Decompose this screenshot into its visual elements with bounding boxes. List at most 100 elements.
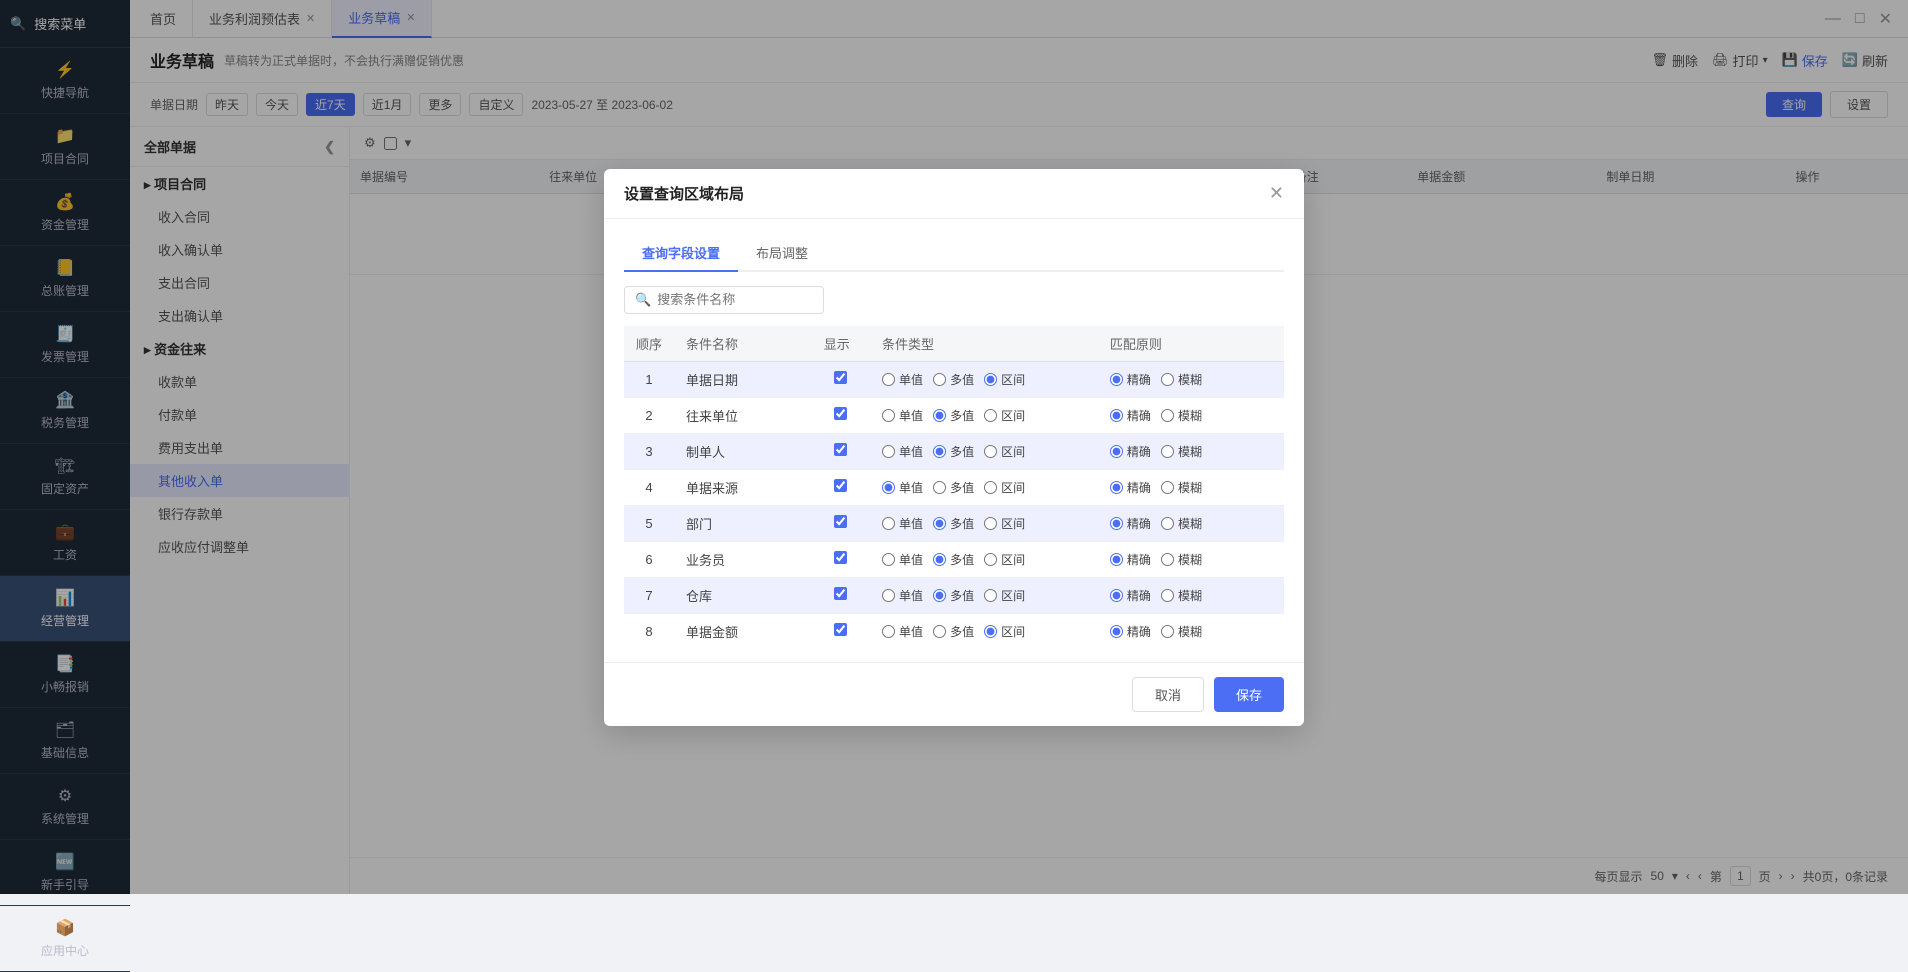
cell-type: 单值多值区间 bbox=[870, 361, 1098, 397]
type-radio-label-2[interactable]: 区间 bbox=[984, 587, 1025, 604]
modal-tab-layout-adjust[interactable]: 布局调整 bbox=[738, 235, 826, 272]
modal-save-button[interactable]: 保存 bbox=[1214, 677, 1284, 712]
match-radio-label-0[interactable]: 精确 bbox=[1110, 551, 1151, 568]
show-checkbox[interactable] bbox=[834, 587, 847, 600]
type-radio-label-1[interactable]: 多值 bbox=[933, 551, 974, 568]
type-radio-label-0[interactable]: 单值 bbox=[882, 515, 923, 532]
match-radio-1[interactable] bbox=[1161, 517, 1174, 530]
match-radio-0[interactable] bbox=[1110, 625, 1123, 638]
match-radio-label-1[interactable]: 模糊 bbox=[1161, 371, 1202, 388]
type-radio-2[interactable] bbox=[984, 625, 997, 638]
type-radio-label-2[interactable]: 区间 bbox=[984, 407, 1025, 424]
type-radio-label-1[interactable]: 多值 bbox=[933, 515, 974, 532]
match-radio-0[interactable] bbox=[1110, 445, 1123, 458]
match-radio-label-1[interactable]: 模糊 bbox=[1161, 479, 1202, 496]
type-radio-1[interactable] bbox=[933, 589, 946, 602]
modal-search-input[interactable] bbox=[657, 292, 807, 307]
type-radio-1[interactable] bbox=[933, 409, 946, 422]
match-radio-label-1[interactable]: 模糊 bbox=[1161, 407, 1202, 424]
type-radio-label-1[interactable]: 多值 bbox=[933, 407, 974, 424]
type-radio-2[interactable] bbox=[984, 373, 997, 386]
type-radio-label-2[interactable]: 区间 bbox=[984, 623, 1025, 640]
match-radio-label-0[interactable]: 精确 bbox=[1110, 371, 1151, 388]
match-radio-label-1[interactable]: 模糊 bbox=[1161, 443, 1202, 460]
match-radio-0[interactable] bbox=[1110, 481, 1123, 494]
match-radio-1[interactable] bbox=[1161, 553, 1174, 566]
match-radio-label-0[interactable]: 精确 bbox=[1110, 587, 1151, 604]
settings-scroll: 顺序 条件名称 显示 条件类型 匹配原则 1单据日期单值多值区间精确模糊2往来单… bbox=[624, 326, 1284, 646]
match-radio-0[interactable] bbox=[1110, 553, 1123, 566]
cell-show bbox=[812, 361, 870, 397]
match-radio-label-0[interactable]: 精确 bbox=[1110, 443, 1151, 460]
type-radio-label-0[interactable]: 单值 bbox=[882, 623, 923, 640]
modal-overlay[interactable]: 设置查询区域布局 ✕ 查询字段设置 布局调整 🔍 bbox=[0, 0, 1908, 894]
show-checkbox[interactable] bbox=[834, 371, 847, 384]
type-radio-1[interactable] bbox=[933, 625, 946, 638]
type-radio-label-0[interactable]: 单值 bbox=[882, 371, 923, 388]
show-checkbox[interactable] bbox=[834, 551, 847, 564]
type-radio-label-2[interactable]: 区间 bbox=[984, 371, 1025, 388]
show-checkbox[interactable] bbox=[834, 479, 847, 492]
type-radio-0[interactable] bbox=[882, 445, 895, 458]
type-radio-0[interactable] bbox=[882, 553, 895, 566]
show-checkbox[interactable] bbox=[834, 443, 847, 456]
match-radio-label-0[interactable]: 精确 bbox=[1110, 407, 1151, 424]
match-radio-0[interactable] bbox=[1110, 517, 1123, 530]
type-radio-label-0[interactable]: 单值 bbox=[882, 479, 923, 496]
match-radio-label-0[interactable]: 精确 bbox=[1110, 515, 1151, 532]
type-radio-2[interactable] bbox=[984, 445, 997, 458]
type-radio-0[interactable] bbox=[882, 373, 895, 386]
type-radio-label-2[interactable]: 区间 bbox=[984, 443, 1025, 460]
type-radio-0[interactable] bbox=[882, 625, 895, 638]
type-radio-2[interactable] bbox=[984, 589, 997, 602]
type-radio-label-1[interactable]: 多值 bbox=[933, 587, 974, 604]
show-checkbox[interactable] bbox=[834, 407, 847, 420]
cancel-button[interactable]: 取消 bbox=[1132, 677, 1204, 712]
type-radio-1[interactable] bbox=[933, 553, 946, 566]
type-radio-0[interactable] bbox=[882, 517, 895, 530]
sidebar-item-app-center[interactable]: 📦 应用中心 bbox=[0, 906, 130, 972]
modal-close-btn[interactable]: ✕ bbox=[1269, 183, 1284, 204]
match-radio-label-1[interactable]: 模糊 bbox=[1161, 551, 1202, 568]
match-radio-1[interactable] bbox=[1161, 409, 1174, 422]
type-radio-label-2[interactable]: 区间 bbox=[984, 551, 1025, 568]
type-radio-label-2[interactable]: 区间 bbox=[984, 515, 1025, 532]
match-radio-label-1[interactable]: 模糊 bbox=[1161, 515, 1202, 532]
match-radio-1[interactable] bbox=[1161, 481, 1174, 494]
type-radio-label-0[interactable]: 单值 bbox=[882, 407, 923, 424]
type-radio-2[interactable] bbox=[984, 517, 997, 530]
match-radio-label-0[interactable]: 精确 bbox=[1110, 479, 1151, 496]
show-checkbox[interactable] bbox=[834, 623, 847, 636]
match-radio-0[interactable] bbox=[1110, 409, 1123, 422]
type-radio-label-0[interactable]: 单值 bbox=[882, 551, 923, 568]
type-radio-label-1[interactable]: 多值 bbox=[933, 371, 974, 388]
match-radio-1[interactable] bbox=[1161, 589, 1174, 602]
match-radio-1[interactable] bbox=[1161, 625, 1174, 638]
match-radio-label-1[interactable]: 模糊 bbox=[1161, 623, 1202, 640]
match-radio-1[interactable] bbox=[1161, 445, 1174, 458]
match-radio-1[interactable] bbox=[1161, 373, 1174, 386]
type-radio-0[interactable] bbox=[882, 481, 895, 494]
type-radio-label-1[interactable]: 多值 bbox=[933, 479, 974, 496]
modal-tab-field-settings[interactable]: 查询字段设置 bbox=[624, 235, 738, 272]
show-checkbox[interactable] bbox=[834, 515, 847, 528]
modal-title: 设置查询区域布局 bbox=[624, 183, 744, 204]
type-radio-1[interactable] bbox=[933, 373, 946, 386]
type-radio-0[interactable] bbox=[882, 589, 895, 602]
type-radio-label-0[interactable]: 单值 bbox=[882, 443, 923, 460]
type-radio-2[interactable] bbox=[984, 409, 997, 422]
match-radio-0[interactable] bbox=[1110, 373, 1123, 386]
type-radio-label-0[interactable]: 单值 bbox=[882, 587, 923, 604]
type-radio-2[interactable] bbox=[984, 481, 997, 494]
type-radio-1[interactable] bbox=[933, 445, 946, 458]
type-radio-1[interactable] bbox=[933, 517, 946, 530]
match-radio-label-0[interactable]: 精确 bbox=[1110, 623, 1151, 640]
type-radio-label-2[interactable]: 区间 bbox=[984, 479, 1025, 496]
type-radio-1[interactable] bbox=[933, 481, 946, 494]
type-radio-2[interactable] bbox=[984, 553, 997, 566]
type-radio-label-1[interactable]: 多值 bbox=[933, 443, 974, 460]
match-radio-0[interactable] bbox=[1110, 589, 1123, 602]
type-radio-0[interactable] bbox=[882, 409, 895, 422]
type-radio-label-1[interactable]: 多值 bbox=[933, 623, 974, 640]
match-radio-label-1[interactable]: 模糊 bbox=[1161, 587, 1202, 604]
